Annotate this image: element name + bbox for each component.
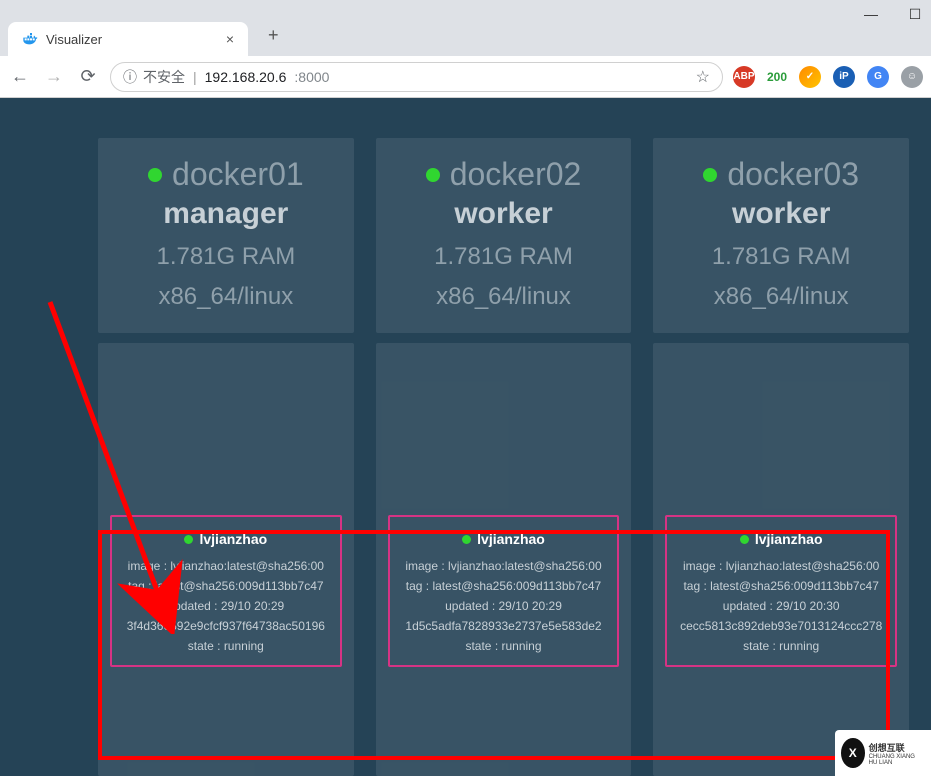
node-role: worker — [380, 197, 628, 231]
node-arch: x86_64/linux — [102, 283, 350, 311]
address-bar[interactable]: ⓘ 不安全 | 192.168.20.6 :8000 ☆ — [110, 62, 723, 92]
task-area: lvjianzhao image : lvjianzhao:latest@sha… — [653, 343, 909, 776]
back-button[interactable]: ← — [8, 66, 32, 87]
task-image: image : lvjianzhao:latest@sha256:00 — [120, 559, 332, 573]
task-state: state : running — [675, 639, 887, 653]
cluster-nodes: docker01 manager 1.781G RAM x86_64/linux… — [0, 138, 931, 776]
browser-tab[interactable]: Visualizer × — [8, 22, 248, 56]
close-tab-icon[interactable]: × — [226, 31, 234, 47]
task-id: 3f4d360592e9cfcf937f64738ac50196 — [120, 619, 332, 633]
avast-extension-icon[interactable]: ✓ — [799, 66, 821, 88]
task-area: lvjianzhao image : lvjianzhao:latest@sha… — [98, 343, 354, 776]
node-arch: x86_64/linux — [380, 283, 628, 311]
abp-extension-icon[interactable]: ABP — [733, 66, 755, 88]
task-status-dot-icon — [184, 535, 193, 544]
window-controls: — ☐ — [863, 6, 923, 23]
watermark-line1: 创想互联 — [869, 741, 925, 754]
node-ram: 1.781G RAM — [102, 243, 350, 271]
watermark-logo-icon: X — [841, 738, 865, 768]
task-state: state : running — [120, 639, 332, 653]
tab-title: Visualizer — [46, 32, 218, 47]
translate-extension-icon[interactable]: G — [867, 66, 889, 88]
task-tag: tag : latest@sha256:009d113bb7c47 — [398, 579, 610, 593]
node-name-text: docker02 — [450, 156, 582, 193]
node-header: docker02 worker 1.781G RAM x86_64/linux — [376, 138, 632, 333]
node-ram: 1.781G RAM — [657, 243, 905, 271]
watermark-line2: CHUANG XIANG HU LIAN — [869, 754, 925, 766]
node-arch: x86_64/linux — [657, 283, 905, 311]
task-name-text: lvjianzhao — [755, 531, 823, 547]
address-host: 192.168.20.6 — [205, 69, 287, 85]
task-name-text: lvjianzhao — [477, 531, 545, 547]
site-info-icon[interactable]: ⓘ 不安全 — [123, 67, 185, 87]
task-tag: tag : latest@sha256:009d113bb7c47 — [675, 579, 887, 593]
task-card[interactable]: lvjianzhao image : lvjianzhao:latest@sha… — [665, 515, 897, 667]
node-name: docker03 — [703, 156, 859, 193]
node-header: docker03 worker 1.781G RAM x86_64/linux — [653, 138, 909, 333]
ext-200-icon[interactable]: 200 — [767, 70, 787, 84]
status-dot-icon — [703, 168, 717, 182]
task-card[interactable]: lvjianzhao image : lvjianzhao:latest@sha… — [110, 515, 342, 667]
browser-toolbar: ← → ⟳ ⓘ 不安全 | 192.168.20.6 :8000 ☆ ABP 20… — [0, 56, 931, 98]
status-dot-icon — [148, 168, 162, 182]
task-name: lvjianzhao — [462, 531, 545, 547]
task-area: lvjianzhao image : lvjianzhao:latest@sha… — [376, 343, 632, 776]
task-tag: tag : latest@sha256:009d113bb7c47 — [120, 579, 332, 593]
task-updated: updated : 29/10 20:29 — [120, 599, 332, 613]
task-image: image : lvjianzhao:latest@sha256:00 — [675, 559, 887, 573]
profile-avatar-icon[interactable]: ☺ — [901, 66, 923, 88]
task-name-text: lvjianzhao — [199, 531, 267, 547]
node-role: worker — [657, 197, 905, 231]
node-ram: 1.781G RAM — [380, 243, 628, 271]
reload-button[interactable]: ⟳ — [76, 66, 100, 87]
watermark-text: 创想互联 CHUANG XIANG HU LIAN — [869, 741, 925, 766]
docker-favicon-icon — [22, 31, 38, 47]
node-header: docker01 manager 1.781G RAM x86_64/linux — [98, 138, 354, 333]
extension-icons: ABP 200 ✓ iP G ☺ — [733, 66, 923, 88]
task-state: state : running — [398, 639, 610, 653]
task-status-dot-icon — [740, 535, 749, 544]
node-name-text: docker03 — [727, 156, 859, 193]
browser-titlebar: Visualizer × + — ☐ — [0, 0, 931, 56]
window-maximize-button[interactable]: ☐ — [907, 6, 923, 23]
visualizer-viewport: docker01 manager 1.781G RAM x86_64/linux… — [0, 98, 931, 776]
task-id: 1d5c5adfa7828933e2737e5e583de2 — [398, 619, 610, 633]
node-column-docker03: docker03 worker 1.781G RAM x86_64/linux … — [653, 138, 909, 776]
status-dot-icon — [426, 168, 440, 182]
task-image: image : lvjianzhao:latest@sha256:00 — [398, 559, 610, 573]
new-tab-button[interactable]: + — [260, 21, 287, 50]
address-port: :8000 — [294, 69, 329, 85]
task-card[interactable]: lvjianzhao image : lvjianzhao:latest@sha… — [388, 515, 620, 667]
task-status-dot-icon — [462, 535, 471, 544]
bookmark-star-icon[interactable]: ☆ — [696, 67, 710, 87]
node-name: docker01 — [148, 156, 304, 193]
task-name: lvjianzhao — [740, 531, 823, 547]
node-name: docker02 — [426, 156, 582, 193]
task-id: cecc5813c892deb93e7013124ccc278 — [675, 619, 887, 633]
window-minimize-button[interactable]: — — [863, 6, 879, 23]
node-role: manager — [102, 197, 350, 231]
node-column-docker01: docker01 manager 1.781G RAM x86_64/linux… — [98, 138, 354, 776]
watermark: X 创想互联 CHUANG XIANG HU LIAN — [835, 730, 931, 776]
node-column-docker02: docker02 worker 1.781G RAM x86_64/linux … — [376, 138, 632, 776]
ip-extension-icon[interactable]: iP — [833, 66, 855, 88]
forward-button[interactable]: → — [42, 66, 66, 87]
task-updated: updated : 29/10 20:29 — [398, 599, 610, 613]
task-name: lvjianzhao — [184, 531, 267, 547]
node-name-text: docker01 — [172, 156, 304, 193]
insecure-label: 不安全 — [143, 67, 185, 87]
address-separator: | — [193, 69, 197, 85]
task-updated: updated : 29/10 20:30 — [675, 599, 887, 613]
